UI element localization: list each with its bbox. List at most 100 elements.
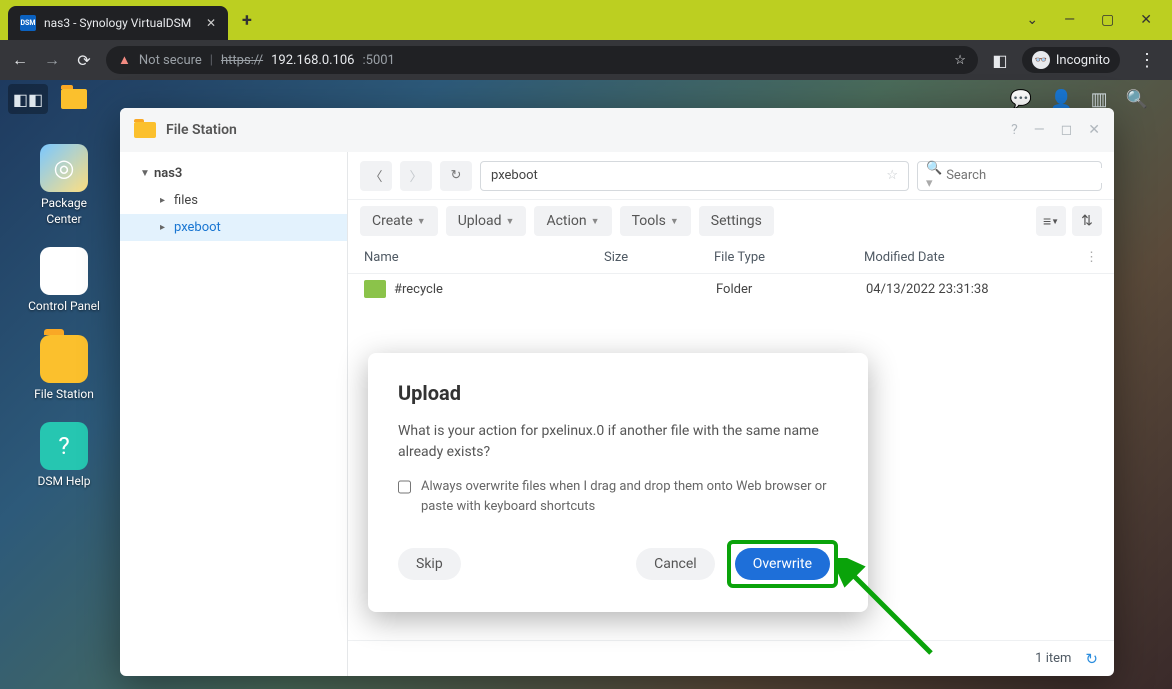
window-titlebar[interactable]: File Station ? — ◻ ✕	[120, 108, 1114, 152]
col-name[interactable]: Name	[364, 250, 604, 265]
overwrite-highlight: Overwrite	[727, 540, 838, 588]
path-input[interactable]: pxeboot ☆	[480, 161, 909, 191]
close-window-icon[interactable]: ✕	[1140, 12, 1152, 28]
window-title: File Station	[166, 122, 237, 138]
url-host: 192.168.0.106	[271, 53, 354, 68]
incognito-icon: 👓	[1032, 51, 1050, 69]
action-toolbar: Create▼ Upload▼ Action▼ Tools▼ Settings …	[348, 200, 1114, 242]
create-button[interactable]: Create▼	[360, 206, 438, 236]
col-modified[interactable]: Modified Date	[864, 250, 1085, 265]
chat-icon[interactable]: 💬	[1010, 89, 1032, 110]
url-scheme: https://	[221, 53, 263, 68]
table-row[interactable]: #recycle Folder 04/13/2022 23:31:38	[348, 274, 1114, 304]
upload-dialog: Upload What is your action for pxelinux.…	[368, 353, 868, 612]
window-controls: ⌄ — ▢ ✕	[1026, 12, 1164, 28]
taskbar-tray: 💬 👤 ▥ 🔍	[1010, 89, 1164, 110]
help-icon[interactable]: ?	[1011, 122, 1018, 138]
overwrite-button[interactable]: Overwrite	[735, 548, 830, 580]
tools-button[interactable]: Tools▼	[620, 206, 691, 236]
incognito-badge[interactable]: 👓 Incognito	[1022, 47, 1120, 73]
tree-node-files[interactable]: ▸files	[120, 187, 347, 214]
tab-favicon: DSM	[20, 15, 36, 31]
shortcut-control-panel[interactable]: ⎚ Control Panel	[24, 247, 104, 315]
always-overwrite-checkbox[interactable]: Always overwrite files when I drag and d…	[398, 477, 838, 516]
path-toolbar: 〈 〉 ↻ pxeboot ☆ 🔍▾	[348, 152, 1114, 200]
row-name: #recycle	[394, 282, 606, 297]
checkbox-input[interactable]	[398, 479, 411, 495]
settings-button[interactable]: Settings	[699, 206, 774, 236]
column-more-icon[interactable]: ⋮	[1085, 250, 1098, 265]
security-warning-icon: ▲	[118, 52, 131, 68]
favorite-star-icon[interactable]: ☆	[886, 168, 898, 183]
column-headers: Name Size File Type Modified Date ⋮	[348, 242, 1114, 274]
nav-forward-button[interactable]: 〉	[400, 161, 432, 191]
bookmark-star-icon[interactable]: ☆	[954, 53, 966, 68]
shortcut-label: Package Center	[24, 196, 104, 227]
status-bar: 1 item ↻	[348, 640, 1114, 676]
dialog-title: Upload	[398, 381, 838, 405]
action-button[interactable]: Action▼	[534, 206, 611, 236]
browser-tab[interactable]: DSM nas3 - Synology VirtualDSM ✕	[8, 6, 228, 40]
view-mode-button[interactable]: ≡▼	[1036, 206, 1066, 236]
extensions-icon[interactable]: ◧	[990, 51, 1010, 70]
col-type[interactable]: File Type	[714, 250, 864, 265]
minimize-icon[interactable]: —	[1064, 12, 1075, 28]
package-center-icon: ◎	[40, 144, 88, 192]
nav-back-button[interactable]: 〈	[360, 161, 392, 191]
omnibox[interactable]: ▲ Not secure | https://192.168.0.106:500…	[106, 46, 978, 74]
shortcut-label: File Station	[34, 387, 94, 403]
search-icon[interactable]: 🔍	[1126, 89, 1148, 110]
shortcut-dsm-help[interactable]: ? DSM Help	[24, 422, 104, 490]
tab-title: nas3 - Synology VirtualDSM	[44, 16, 191, 30]
search-icon: 🔍▾	[926, 161, 942, 191]
search-box[interactable]: 🔍▾	[917, 161, 1102, 191]
folder-icon	[364, 280, 386, 298]
reload-button[interactable]: ⟳	[74, 51, 94, 70]
help-icon: ?	[40, 422, 88, 470]
row-modified: 04/13/2022 23:31:38	[866, 282, 1098, 297]
folder-tree: ▼nas3 ▸files ▸pxeboot	[120, 152, 348, 676]
forward-button[interactable]: →	[42, 50, 62, 70]
checkbox-label: Always overwrite files when I drag and d…	[421, 477, 838, 516]
path-text: pxeboot	[491, 168, 538, 183]
dialog-buttons: Skip Cancel Overwrite	[398, 540, 838, 588]
new-tab-button[interactable]: +	[242, 10, 252, 31]
maximize-icon[interactable]: ▢	[1101, 12, 1114, 28]
refresh-icon[interactable]: ↻	[1085, 650, 1098, 668]
close-window-icon[interactable]: ✕	[1088, 122, 1100, 138]
folder-icon	[61, 89, 87, 109]
control-panel-icon: ⎚	[40, 247, 88, 295]
url-port: :5001	[362, 53, 394, 68]
sort-button[interactable]: ⇅	[1072, 206, 1102, 236]
shortcut-file-station[interactable]: File Station	[24, 335, 104, 403]
tree-node-root[interactable]: ▼nas3	[120, 160, 347, 187]
folder-icon	[134, 122, 156, 138]
minimize-window-icon[interactable]: —	[1034, 122, 1045, 138]
file-station-icon	[40, 335, 88, 383]
col-size[interactable]: Size	[604, 250, 714, 265]
upload-button[interactable]: Upload▼	[446, 206, 527, 236]
browser-address-bar: ← → ⟳ ▲ Not secure | https://192.168.0.1…	[0, 40, 1172, 80]
maximize-window-icon[interactable]: ◻	[1061, 122, 1073, 138]
skip-button[interactable]: Skip	[398, 548, 461, 580]
dsm-desktop: ◧◧ 💬 👤 ▥ 🔍 ◎ Package Center ⎚ Control Pa…	[0, 80, 1172, 689]
nav-refresh-button[interactable]: ↻	[440, 161, 472, 191]
desktop-shortcuts: ◎ Package Center ⎚ Control Panel File St…	[24, 144, 104, 490]
apps-menu-button[interactable]: ◧◧	[8, 84, 48, 114]
shortcut-package-center[interactable]: ◎ Package Center	[24, 144, 104, 227]
chevron-down-icon[interactable]: ⌄	[1026, 12, 1038, 28]
shortcut-label: Control Panel	[28, 299, 100, 315]
taskbar-filestation[interactable]	[54, 84, 94, 114]
user-icon[interactable]: 👤	[1050, 89, 1072, 110]
browser-menu-button[interactable]: ⋮	[1132, 50, 1162, 71]
browser-titlebar: DSM nas3 - Synology VirtualDSM ✕ + ⌄ — ▢…	[0, 0, 1172, 40]
row-type: Folder	[716, 282, 866, 297]
dialog-message: What is your action for pxelinux.0 if an…	[398, 421, 838, 463]
search-input[interactable]	[946, 168, 1112, 183]
cancel-button[interactable]: Cancel	[636, 548, 715, 580]
widgets-icon[interactable]: ▥	[1091, 89, 1108, 110]
shortcut-label: DSM Help	[37, 474, 90, 490]
tree-node-pxeboot[interactable]: ▸pxeboot	[120, 214, 347, 241]
back-button[interactable]: ←	[10, 50, 30, 70]
close-tab-icon[interactable]: ✕	[206, 16, 216, 30]
